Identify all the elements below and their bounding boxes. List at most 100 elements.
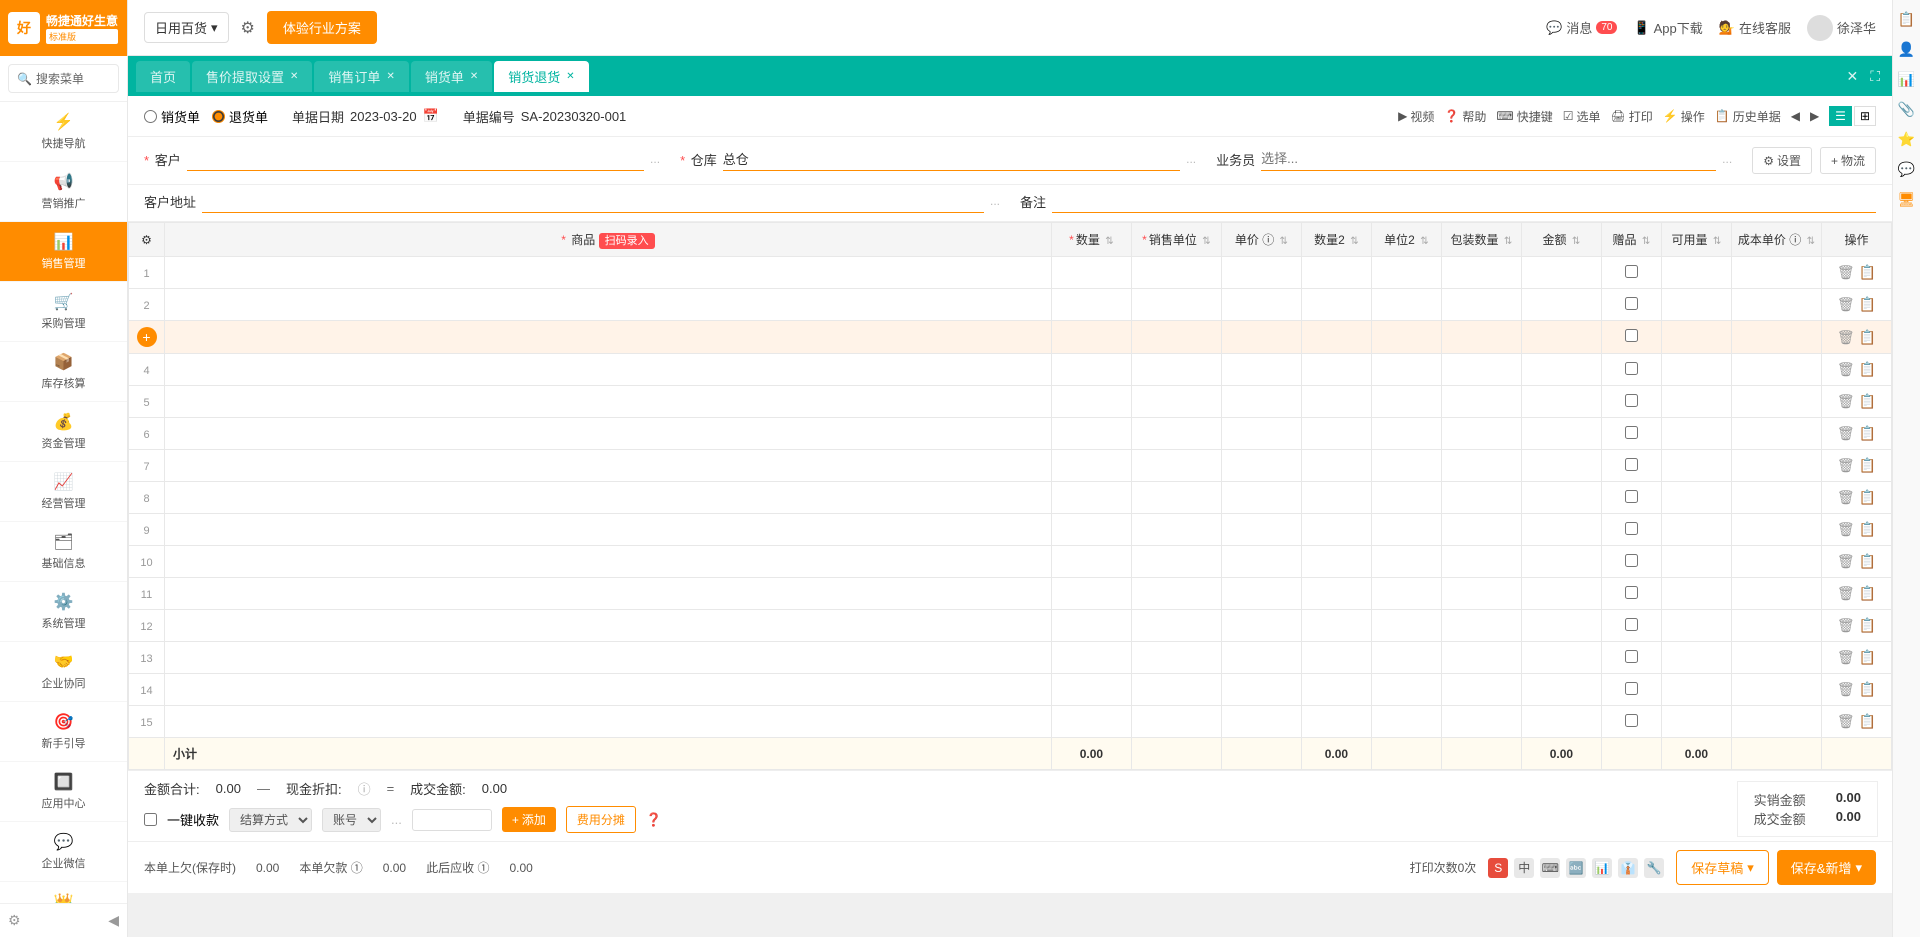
price-sort-icon[interactable]: ⇅ [1280, 236, 1288, 247]
collapse-sidebar-icon[interactable]: ◀ [108, 912, 119, 929]
product-cell[interactable] [165, 482, 1052, 514]
delete-row-btn[interactable]: 🗑 [1837, 713, 1855, 730]
s-icon-3[interactable]: ⌨ [1540, 858, 1560, 878]
product-cell[interactable] [165, 514, 1052, 546]
gift-checkbox[interactable] [1625, 618, 1638, 631]
gift-checkbox[interactable] [1625, 586, 1638, 599]
grid-view-btn[interactable]: ⊞ [1854, 106, 1876, 126]
history-btn[interactable]: 📋 历史单据 [1715, 108, 1781, 125]
next-record-btn[interactable]: ▶ [1810, 109, 1819, 123]
sidebar-item-sales[interactable]: 📊 销售管理 [0, 222, 127, 282]
warehouse-input[interactable] [723, 147, 1180, 171]
discount-info-icon[interactable]: ⓘ [358, 779, 371, 798]
gift-checkbox[interactable] [1625, 265, 1638, 278]
product-cell[interactable] [165, 418, 1052, 450]
video-btn[interactable]: ▶ 视频 [1398, 108, 1434, 125]
delete-row-btn[interactable]: 🗑 [1837, 489, 1855, 506]
trial-button[interactable]: 体验行业方案 [267, 11, 377, 44]
delete-row-btn[interactable]: 🗑 [1837, 617, 1855, 634]
search-menu-button[interactable]: 🔍 搜索菜单 [8, 64, 119, 93]
gift-cell[interactable] [1601, 257, 1661, 289]
col-settings-header[interactable]: ⚙ [129, 223, 165, 257]
gift-cell[interactable] [1601, 546, 1661, 578]
copy-row-btn[interactable]: 📋 [1859, 264, 1876, 281]
gift-cell[interactable] [1601, 706, 1661, 738]
tab-close-sales-order[interactable]: ✕ [386, 71, 394, 82]
gift-cell[interactable] [1601, 674, 1661, 706]
tab-sales-return[interactable]: 销货退货 ✕ [494, 61, 588, 92]
operation-btn[interactable]: ⚡ 操作 [1663, 108, 1705, 125]
copy-row-btn[interactable]: 📋 [1859, 457, 1876, 474]
salesperson-input[interactable] [1261, 147, 1716, 171]
gift-checkbox[interactable] [1625, 297, 1638, 310]
gift-checkbox[interactable] [1625, 426, 1638, 439]
fullscreen-icon[interactable]: ⛶ [1866, 66, 1884, 87]
tab-home[interactable]: 首页 [136, 61, 190, 92]
close-all-tabs-icon[interactable]: ✕ [1842, 66, 1862, 87]
copy-row-btn[interactable]: 📋 [1859, 393, 1876, 410]
online-service-btn[interactable]: 💁 在线客服 [1719, 18, 1791, 37]
copy-row-btn[interactable]: 📋 [1859, 553, 1876, 570]
radio-delivery-input[interactable] [144, 110, 157, 123]
tab-close-sales-return[interactable]: ✕ [566, 71, 574, 82]
topbar-gear-icon[interactable]: ⚙ [241, 18, 255, 38]
gift-checkbox[interactable] [1625, 522, 1638, 535]
salesperson-lookup-btn[interactable]: ... [1722, 152, 1732, 166]
calc-method-select[interactable]: 结算方式 [229, 808, 312, 832]
amount-sort-icon[interactable]: ⇅ [1572, 236, 1580, 247]
gift-checkbox[interactable] [1625, 650, 1638, 663]
gift-cell[interactable] [1601, 321, 1661, 354]
module-selector[interactable]: 日用百货 ▾ [144, 12, 229, 43]
sidebar-item-marketing[interactable]: 📢 营销推广 [0, 162, 127, 222]
s-icon-5[interactable]: 📊 [1592, 858, 1612, 878]
delete-row-btn[interactable]: 🗑 [1837, 521, 1855, 538]
copy-row-btn[interactable]: 📋 [1859, 713, 1876, 730]
sidebar-item-member[interactable]: 👑 畅会员 [0, 882, 127, 903]
app-download-btn[interactable]: 📱 App下载 [1633, 18, 1702, 37]
gift-sort-icon[interactable]: ⇅ [1642, 236, 1650, 247]
right-sidebar-btn-2[interactable]: 👤 [1896, 38, 1918, 60]
sidebar-item-guide[interactable]: 🎯 新手引导 [0, 702, 127, 762]
qty2-sort-icon[interactable]: ⇅ [1350, 236, 1358, 247]
product-cell[interactable] [165, 450, 1052, 482]
payment-help-icon[interactable]: ❓ [646, 812, 662, 828]
delete-row-btn[interactable]: 🗑 [1837, 649, 1855, 666]
gift-cell[interactable] [1601, 450, 1661, 482]
customer-address-input[interactable] [202, 189, 984, 213]
logistics-btn[interactable]: + 物流 [1820, 147, 1876, 174]
radio-return[interactable]: 退货单 [212, 107, 268, 126]
delete-row-btn[interactable]: 🗑 [1837, 457, 1855, 474]
tab-sales-order[interactable]: 销售订单 ✕ [314, 61, 408, 92]
right-sidebar-btn-3[interactable]: 📊 [1896, 68, 1918, 90]
s-icon-2[interactable]: 中 [1514, 858, 1534, 878]
sidebar-item-basic[interactable]: 🗂 基础信息 [0, 522, 127, 582]
gift-cell[interactable] [1601, 482, 1661, 514]
copy-row-btn[interactable]: 📋 [1859, 585, 1876, 602]
s-icon-6[interactable]: 👔 [1618, 858, 1638, 878]
tab-close-sales-delivery[interactable]: ✕ [470, 71, 478, 82]
delete-row-btn[interactable]: 🗑 [1837, 296, 1855, 313]
copy-row-btn[interactable]: 📋 [1859, 329, 1876, 346]
gift-checkbox[interactable] [1625, 329, 1638, 342]
gift-cell[interactable] [1601, 386, 1661, 418]
product-cell[interactable] [165, 610, 1052, 642]
sidebar-item-finance[interactable]: 💰 资金管理 [0, 402, 127, 462]
product-cell[interactable] [165, 674, 1052, 706]
delete-row-btn[interactable]: 🗑 [1837, 585, 1855, 602]
s-icon-7[interactable]: 🔧 [1644, 858, 1664, 878]
shortcut-btn[interactable]: ⌨ 快捷键 [1496, 108, 1552, 125]
product-cell[interactable] [165, 257, 1052, 289]
delete-row-btn[interactable]: 🗑 [1837, 425, 1855, 442]
pack-sort-icon[interactable]: ⇅ [1504, 236, 1512, 247]
s-icon-4[interactable]: 🔤 [1566, 858, 1586, 878]
s-icon-1[interactable]: S [1488, 858, 1508, 878]
help-btn[interactable]: ❓ 帮助 [1444, 108, 1486, 125]
print-btn[interactable]: 🖨 打印 [1611, 108, 1653, 125]
right-sidebar-btn-6[interactable]: 💬 [1896, 158, 1918, 180]
gift-checkbox[interactable] [1625, 458, 1638, 471]
sidebar-item-operations[interactable]: 📈 经营管理 [0, 462, 127, 522]
settings-bottom-icon[interactable]: ⚙ [8, 912, 21, 929]
gift-cell[interactable] [1601, 578, 1661, 610]
sidebar-item-enterprise[interactable]: 🤝 企业协同 [0, 642, 127, 702]
delete-row-btn[interactable]: 🗑 [1837, 329, 1855, 346]
